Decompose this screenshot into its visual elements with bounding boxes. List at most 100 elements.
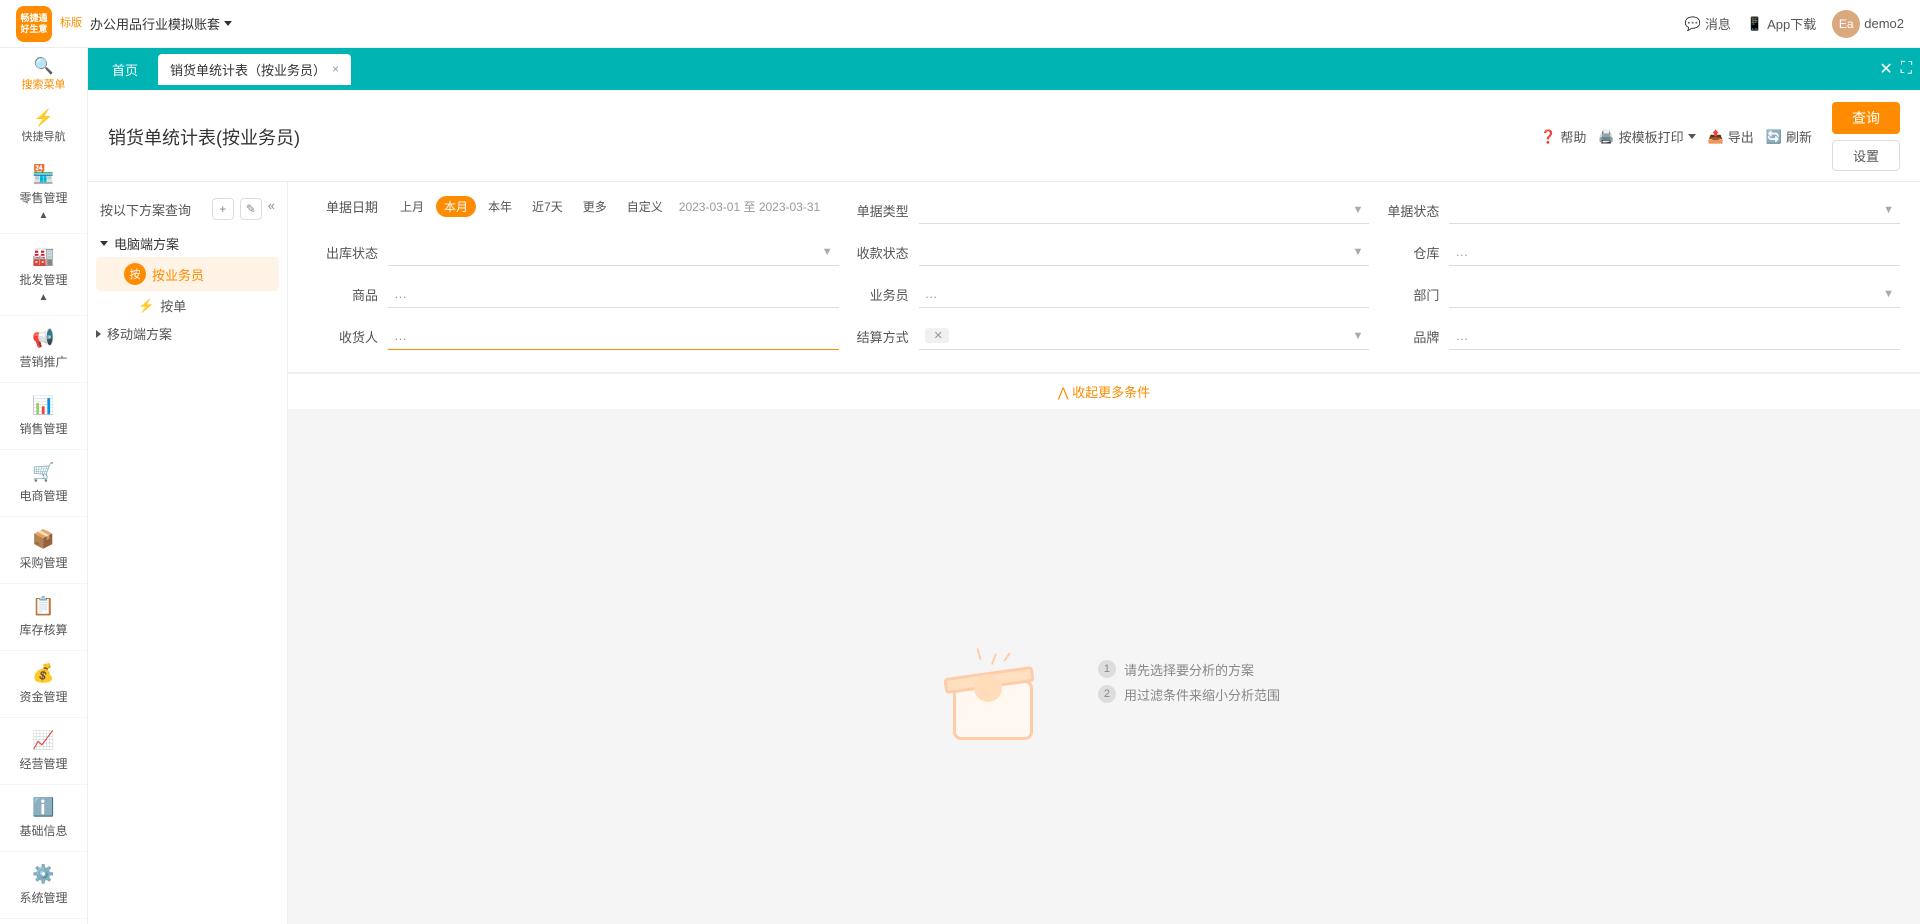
desktop-scheme-toggle[interactable]: 电脑端方案	[96, 230, 279, 257]
salesman-field[interactable]: …	[919, 280, 1370, 308]
sidebar-item-marketing[interactable]: 📢 营销推广	[0, 316, 87, 383]
sidebar-item-business[interactable]: 📈 经营管理	[0, 718, 87, 785]
download-icon: 📱	[1747, 16, 1763, 32]
sidebar-search[interactable]: 🔍 搜索菜单	[0, 48, 87, 100]
retail-expand-icon: ▲	[39, 210, 49, 221]
tab-bar-right: ✕ ⛶	[1879, 59, 1912, 79]
date-tab-more[interactable]: 更多	[575, 196, 615, 217]
salesman-group: 业务员 …	[839, 280, 1370, 308]
dept-group: 部门 ▼	[1369, 280, 1900, 308]
app-brand: 标版	[60, 16, 82, 30]
export-btn[interactable]: 📤 导出	[1708, 127, 1754, 146]
print-icon: 🖨️	[1598, 129, 1614, 145]
edit-icon: ✎	[246, 202, 256, 216]
left-panel-header: 按以下方案查询 + ✎ «	[88, 192, 287, 230]
date-tab-7days[interactable]: 近7天	[524, 196, 571, 217]
marketing-icon: 📢	[32, 328, 54, 349]
tab-maximize-icon[interactable]: ⛶	[1901, 60, 1912, 78]
app-download-btn[interactable]: 📱 App下载	[1747, 14, 1816, 33]
sidebar-item-finance[interactable]: 💰 资金管理	[0, 651, 87, 718]
sidebar-item-basic[interactable]: ℹ️ 基础信息	[0, 785, 87, 852]
sidebar-item-enterprise[interactable]: 🤝 企业协同	[0, 919, 87, 924]
empty-illustration	[928, 630, 1058, 740]
page-content: 销货单统计表(按业务员) ❓ 帮助 🖨️ 按模板打印 📤 导出	[88, 90, 1920, 924]
payment-method-field[interactable]: ✕ ▼	[919, 322, 1370, 350]
sidebar-item-sales[interactable]: 📊 销售管理	[0, 383, 87, 450]
inventory-icon: 📋	[32, 596, 54, 617]
edit-scheme-btn[interactable]: ✎	[240, 198, 262, 220]
date-label: 单据日期	[308, 197, 388, 216]
retail-icon: 🏪	[32, 164, 54, 185]
payment-status-field[interactable]: ▼	[919, 238, 1370, 266]
left-panel-icons: + ✎ «	[212, 198, 275, 220]
payment-method-label: 结算方式	[839, 327, 919, 346]
app-logo: 畅捷通好生意	[16, 6, 52, 42]
warehouse-label: 仓库	[1369, 243, 1449, 262]
collapse-bar[interactable]: ⋀ 收起更多条件	[288, 373, 1920, 409]
brand-field[interactable]: …	[1449, 322, 1900, 350]
goods-field[interactable]: …	[388, 280, 839, 308]
sidebar-item-wholesale[interactable]: 🏭 批发管理 ▲	[0, 234, 87, 316]
step-2-num: 2	[1098, 685, 1116, 703]
receiver-group: 收货人 …	[308, 322, 839, 350]
page-actions: ❓ 帮助 🖨️ 按模板打印 📤 导出 🔄 刷新	[1540, 102, 1900, 171]
warehouse-group: 仓库 …	[1369, 238, 1900, 266]
user-menu[interactable]: Ea demo2	[1832, 10, 1904, 38]
workspace-selector[interactable]: 办公用品行业模拟账套	[90, 14, 232, 33]
help-btn[interactable]: ❓ 帮助	[1540, 127, 1586, 146]
add-scheme-btn[interactable]: +	[212, 198, 234, 220]
payment-status-label: 收款状态	[839, 243, 919, 262]
mobile-scheme-group[interactable]: 移动端方案	[88, 320, 287, 347]
doc-status-field[interactable]: ▼	[1449, 196, 1900, 224]
payment-method-tag-close[interactable]: ✕	[934, 329, 943, 342]
sidebar-item-inventory[interactable]: 📋 库存核算	[0, 584, 87, 651]
doc-type-field[interactable]: ▼	[919, 196, 1370, 224]
sidebar: 🔍 搜索菜单 ⚡ 快捷导航 🏪 零售管理 ▲ 🏭 批发管理 ▲ 📢 营销推广 📊…	[0, 48, 88, 924]
tab-home[interactable]: 首页	[96, 54, 154, 85]
payment-method-group: 结算方式 ✕ ▼	[839, 322, 1370, 350]
scheme-item-salesman[interactable]: 按 按业务员	[96, 257, 279, 291]
refresh-btn[interactable]: 🔄 刷新	[1766, 127, 1812, 146]
warehouse-field[interactable]: …	[1449, 238, 1900, 266]
tab-close-all-icon[interactable]: ✕	[1879, 59, 1892, 79]
right-panel: 单据日期 上月 本月 本年 近7天 更多 自定义 2023-03-01 至 20…	[288, 182, 1920, 924]
tab-bar: 首页 销货单统计表（按业务员） × ✕ ⛶	[88, 48, 1920, 90]
empty-state: 1 请先选择要分析的方案 2 用过滤条件来缩小分析范围	[928, 630, 1280, 740]
print-btn[interactable]: 🖨️ 按模板打印	[1598, 127, 1695, 146]
message-btn[interactable]: 💬 消息	[1685, 14, 1731, 33]
tab-active-label: 销货单统计表（按业务员）	[170, 60, 326, 79]
topbar-left: 畅捷通好生意 标版 办公用品行业模拟账套	[16, 6, 232, 42]
date-filter-group: 单据日期 上月 本月 本年 近7天 更多 自定义 2023-03-01 至 20…	[308, 196, 839, 217]
collapse-panel-btn[interactable]: «	[268, 198, 275, 220]
filter-row-1: 单据日期 上月 本月 本年 近7天 更多 自定义 2023-03-01 至 20…	[308, 196, 1900, 224]
payment-method-chevron-icon: ▼	[1352, 330, 1363, 342]
date-tab-this-year[interactable]: 本年	[480, 196, 520, 217]
collapse-icon: ⋀	[1058, 385, 1072, 400]
sidebar-item-purchase[interactable]: 📦 采购管理	[0, 517, 87, 584]
date-tab-this-month[interactable]: 本月	[436, 196, 476, 217]
finance-icon: 💰	[32, 663, 54, 684]
empty-steps: 1 请先选择要分析的方案 2 用过滤条件来缩小分析范围	[1098, 660, 1280, 710]
settings-btn[interactable]: 设置	[1832, 140, 1900, 171]
sidebar-shortcut[interactable]: ⚡ 快捷导航	[0, 100, 87, 152]
ship-status-field[interactable]: ▼	[388, 238, 839, 266]
date-tab-custom[interactable]: 自定义	[619, 196, 671, 217]
sidebar-item-ecommerce[interactable]: 🛒 电商管理	[0, 450, 87, 517]
data-area: 1 请先选择要分析的方案 2 用过滤条件来缩小分析范围	[288, 409, 1920, 924]
sidebar-item-retail[interactable]: 🏪 零售管理 ▲	[0, 152, 87, 234]
receiver-field[interactable]: …	[388, 322, 839, 350]
date-tab-last-month[interactable]: 上月	[392, 196, 432, 217]
query-btn[interactable]: 查询	[1832, 102, 1900, 134]
tab-active[interactable]: 销货单统计表（按业务员） ×	[158, 54, 351, 85]
username: demo2	[1864, 16, 1904, 31]
sidebar-item-system[interactable]: ⚙️ 系统管理	[0, 852, 87, 919]
tab-close-btn[interactable]: ×	[332, 62, 339, 76]
scheme-sub-item[interactable]: ⚡ 按单	[96, 291, 279, 320]
dept-field[interactable]: ▼	[1449, 280, 1900, 308]
purchase-icon: 📦	[32, 529, 54, 550]
ecommerce-icon: 🛒	[32, 462, 54, 483]
avatar: Ea	[1832, 10, 1860, 38]
workspace-dropdown-icon	[224, 21, 232, 26]
goods-group: 商品 …	[308, 280, 839, 308]
main-layout: 🔍 搜索菜单 ⚡ 快捷导航 🏪 零售管理 ▲ 🏭 批发管理 ▲ 📢 营销推广 📊…	[0, 48, 1920, 924]
